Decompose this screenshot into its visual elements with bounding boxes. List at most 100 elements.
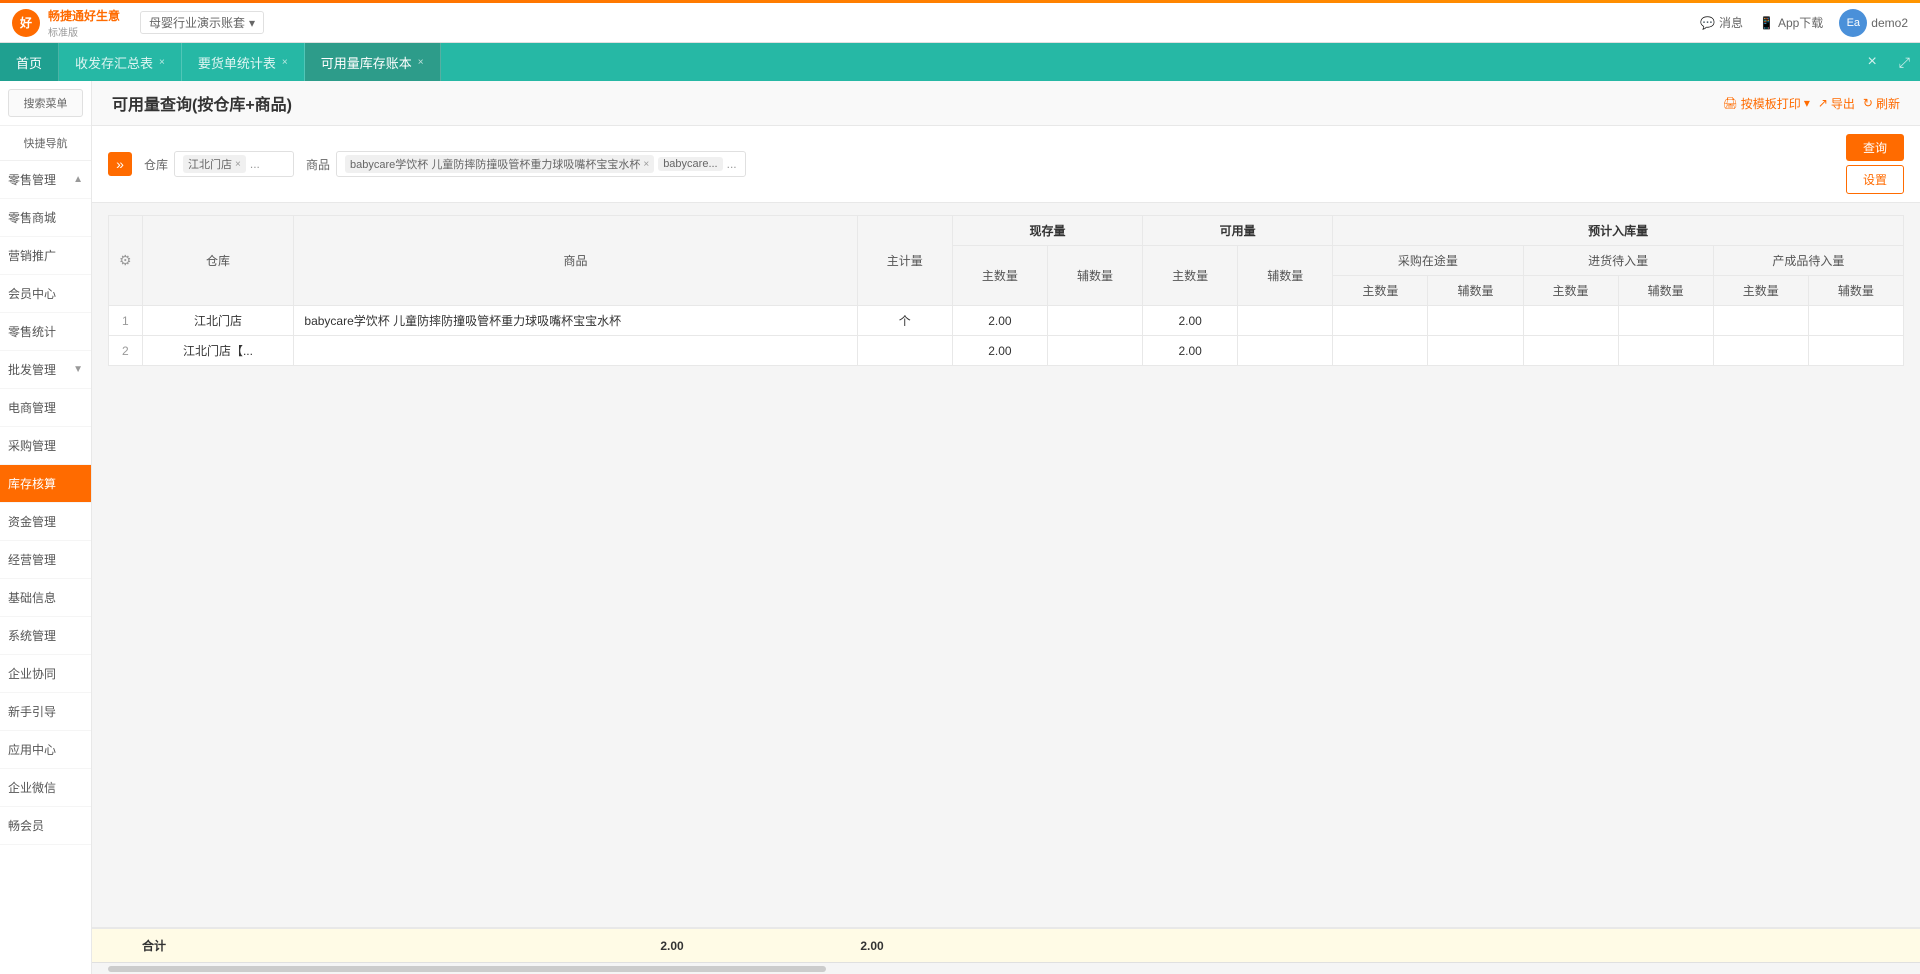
tab-receivables[interactable]: 收发存汇总表 × bbox=[59, 43, 182, 81]
message-btn[interactable]: 💬 消息 bbox=[1700, 14, 1743, 31]
logo-icon: 好 bbox=[12, 9, 40, 37]
tab-order-stats-label: 要货单统计表 bbox=[198, 53, 276, 72]
col-unit-header: 主计量 bbox=[857, 216, 952, 306]
sidebar-item-enterprise-collab[interactable]: 企业协同 bbox=[0, 655, 91, 693]
sidebar-item-retail-stats[interactable]: 零售统计 bbox=[0, 313, 91, 351]
chevron-down-icon: ▾ bbox=[1804, 96, 1810, 110]
sidebar-item-label: 库存核算 bbox=[8, 475, 56, 492]
download-icon: 📱 bbox=[1759, 16, 1774, 30]
sidebar-item-operations[interactable]: 经营管理 bbox=[0, 541, 91, 579]
row-product: babycare学饮杯 儿童防摔防撞吸管杯重力球吸嘴杯宝宝水杯 bbox=[294, 306, 857, 336]
tab-order-stats[interactable]: 要货单统计表 × bbox=[182, 43, 305, 81]
col-purchase-transit-group: 采购在途量 bbox=[1333, 246, 1523, 276]
sidebar-menu: 零售管理 ▲ 零售商城 营销推广 会员中心 零售统计 批发管理 ▼ 电商管理 bbox=[0, 161, 91, 845]
sidebar-item-member[interactable]: 畅会员 bbox=[0, 807, 91, 845]
sidebar-item-basic-info[interactable]: 基础信息 bbox=[0, 579, 91, 617]
row-current-main: 2.00 bbox=[952, 306, 1047, 336]
industry-label: 母婴行业演示账套 bbox=[149, 14, 245, 31]
export-btn[interactable]: ↗ 导出 bbox=[1818, 95, 1855, 112]
col-product-header: 商品 bbox=[294, 216, 857, 306]
page-header: 可用量查询(按仓库+商品) 🖨 按模板打印 ▾ ↗ 导出 ↻ 刷新 bbox=[92, 81, 1920, 126]
user-profile[interactable]: Ea demo2 bbox=[1839, 9, 1908, 37]
sidebar-item-wechat-work[interactable]: 企业微信 bbox=[0, 769, 91, 807]
warehouse-tag-remove[interactable]: × bbox=[235, 159, 241, 170]
sidebar-item-label: 电商管理 bbox=[8, 399, 56, 416]
quick-nav-btn[interactable]: 快捷导航 bbox=[4, 130, 87, 156]
settings-icon[interactable]: ⚙ bbox=[119, 252, 132, 268]
refresh-label: 刷新 bbox=[1876, 95, 1900, 112]
footer-total-row: 合计 2.00 2.00 bbox=[92, 927, 1920, 962]
setting-button[interactable]: 设置 bbox=[1846, 165, 1904, 194]
product-tag-more: babycare... bbox=[658, 157, 722, 171]
sidebar-item-label: 零售统计 bbox=[8, 323, 56, 340]
sidebar-item-label: 营销推广 bbox=[8, 247, 56, 264]
template-print-btn[interactable]: 🖨 按模板打印 ▾ bbox=[1723, 95, 1810, 112]
table-row: 1 江北门店 babycare学饮杯 儿童防摔防撞吸管杯重力球吸嘴杯宝宝水杯 个… bbox=[109, 306, 1904, 336]
row-index: 1 bbox=[109, 306, 143, 336]
refresh-btn[interactable]: ↻ 刷新 bbox=[1863, 95, 1900, 112]
refresh-icon: ↻ bbox=[1863, 96, 1873, 110]
avatar: Ea bbox=[1839, 9, 1867, 37]
footer-total-available: 2.00 bbox=[812, 939, 932, 953]
sidebar-item-label: 批发管理 bbox=[8, 361, 56, 378]
warehouse-tag-value: 江北门店 bbox=[188, 156, 232, 172]
sidebar-item-system[interactable]: 系统管理 bbox=[0, 617, 91, 655]
tab-home[interactable]: 首页 bbox=[0, 43, 59, 81]
product-tag-remove[interactable]: × bbox=[643, 159, 649, 170]
filter-more-dots[interactable]: ... bbox=[250, 157, 260, 171]
col-warehouse-header: 仓库 bbox=[142, 216, 294, 306]
sidebar-item-retail-mall[interactable]: 零售商城 bbox=[0, 199, 91, 237]
warehouse-tag: 江北门店 × bbox=[183, 155, 246, 173]
col-purchase-aux: 辅数量 bbox=[1428, 276, 1523, 306]
sidebar-item-label: 新手引导 bbox=[8, 703, 56, 720]
col-available-group: 可用量 bbox=[1143, 216, 1333, 246]
sidebar-item-label: 企业协同 bbox=[8, 665, 56, 682]
sidebar-item-label: 资金管理 bbox=[8, 513, 56, 530]
col-incoming-aux: 辅数量 bbox=[1618, 276, 1713, 306]
sidebar-item-newuser-guide[interactable]: 新手引导 bbox=[0, 693, 91, 731]
print-icon: 🖨 bbox=[1723, 96, 1738, 110]
search-menu-btn[interactable]: 搜索菜单 bbox=[8, 89, 83, 117]
sidebar-item-wholesale-mgmt[interactable]: 批发管理 ▼ bbox=[0, 351, 91, 389]
page-title: 可用量查询(按仓库+商品) bbox=[112, 91, 292, 115]
sidebar-item-inventory[interactable]: 库存核算 bbox=[0, 465, 91, 503]
col-settings-header[interactable]: ⚙ bbox=[109, 216, 143, 306]
product-more-dots[interactable]: ... bbox=[727, 157, 737, 171]
main-layout: 搜索菜单 快捷导航 零售管理 ▲ 零售商城 营销推广 会员中心 零售统计 批发管… bbox=[0, 81, 1920, 974]
footer-total-current: 2.00 bbox=[612, 939, 732, 953]
close-all-tabs[interactable]: × bbox=[1855, 43, 1888, 81]
page-actions: 🖨 按模板打印 ▾ ↗ 导出 ↻ 刷新 bbox=[1723, 95, 1900, 112]
home-label: 首页 bbox=[16, 53, 42, 72]
sidebar-item-label: 应用中心 bbox=[8, 741, 56, 758]
sidebar-item-marketing[interactable]: 营销推广 bbox=[0, 237, 91, 275]
col-available-aux: 辅数量 bbox=[1238, 246, 1333, 306]
tab-receivables-close[interactable]: × bbox=[159, 57, 165, 68]
top-bar-right: 💬 消息 📱 App下载 Ea demo2 bbox=[1700, 9, 1908, 37]
filter-toggle-btn[interactable]: » bbox=[108, 152, 132, 176]
industry-selector[interactable]: 母婴行业演示账套 ▾ bbox=[140, 11, 264, 34]
sidebar-item-member-center[interactable]: 会员中心 bbox=[0, 275, 91, 313]
tab-order-stats-close[interactable]: × bbox=[282, 57, 288, 68]
chevron-icon: ▲ bbox=[73, 174, 83, 185]
tab-available-inventory[interactable]: 可用量库存账本 × bbox=[305, 43, 441, 81]
message-label: 消息 bbox=[1719, 14, 1743, 31]
row-warehouse: 江北门店 bbox=[142, 306, 294, 336]
sidebar-item-app-center[interactable]: 应用中心 bbox=[0, 731, 91, 769]
sidebar-item-finance[interactable]: 资金管理 bbox=[0, 503, 91, 541]
expand-tabs[interactable]: ⤢ bbox=[1889, 43, 1920, 81]
query-button[interactable]: 查询 bbox=[1846, 134, 1904, 161]
tab-available-inventory-close[interactable]: × bbox=[418, 57, 424, 68]
sidebar-item-purchase[interactable]: 采购管理 bbox=[0, 427, 91, 465]
col-available-main: 主数量 bbox=[1143, 246, 1238, 306]
sidebar-item-label: 企业微信 bbox=[8, 779, 56, 796]
row-incoming-aux bbox=[1618, 336, 1713, 366]
sidebar-item-label: 零售商城 bbox=[8, 209, 56, 226]
product-input[interactable]: babycare学饮杯 儿童防摔防撞吸管杯重力球吸嘴杯宝宝水杯 × babyca… bbox=[336, 151, 746, 177]
row-unit bbox=[857, 336, 952, 366]
sidebar-item-label: 系统管理 bbox=[8, 627, 56, 644]
tab-receivables-label: 收发存汇总表 bbox=[75, 53, 153, 72]
warehouse-input[interactable]: 江北门店 × ... bbox=[174, 151, 294, 177]
app-download-btn[interactable]: 📱 App下载 bbox=[1759, 14, 1823, 31]
sidebar-item-retail-mgmt[interactable]: 零售管理 ▲ bbox=[0, 161, 91, 199]
sidebar-item-ecommerce[interactable]: 电商管理 bbox=[0, 389, 91, 427]
